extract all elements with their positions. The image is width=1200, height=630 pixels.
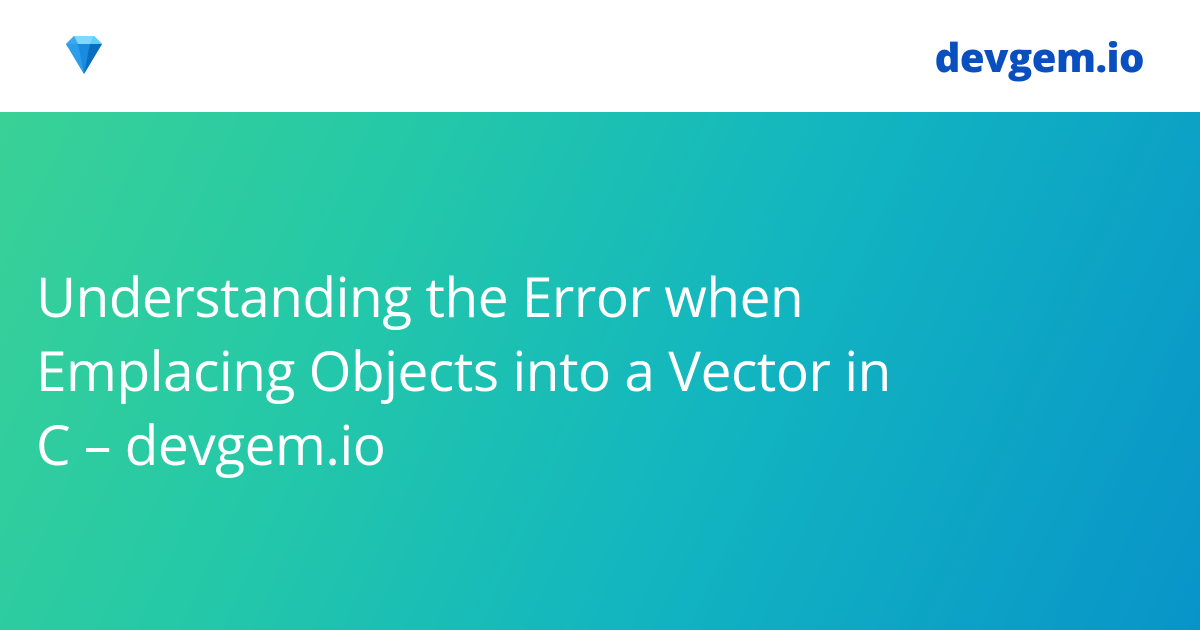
- brand-name: devgem.io: [935, 29, 1144, 84]
- gem-icon: [56, 32, 112, 80]
- page-title: Understanding the Error when Emplacing O…: [36, 260, 936, 483]
- header: devgem.io: [0, 0, 1200, 112]
- hero-banner: Understanding the Error when Emplacing O…: [0, 112, 1200, 630]
